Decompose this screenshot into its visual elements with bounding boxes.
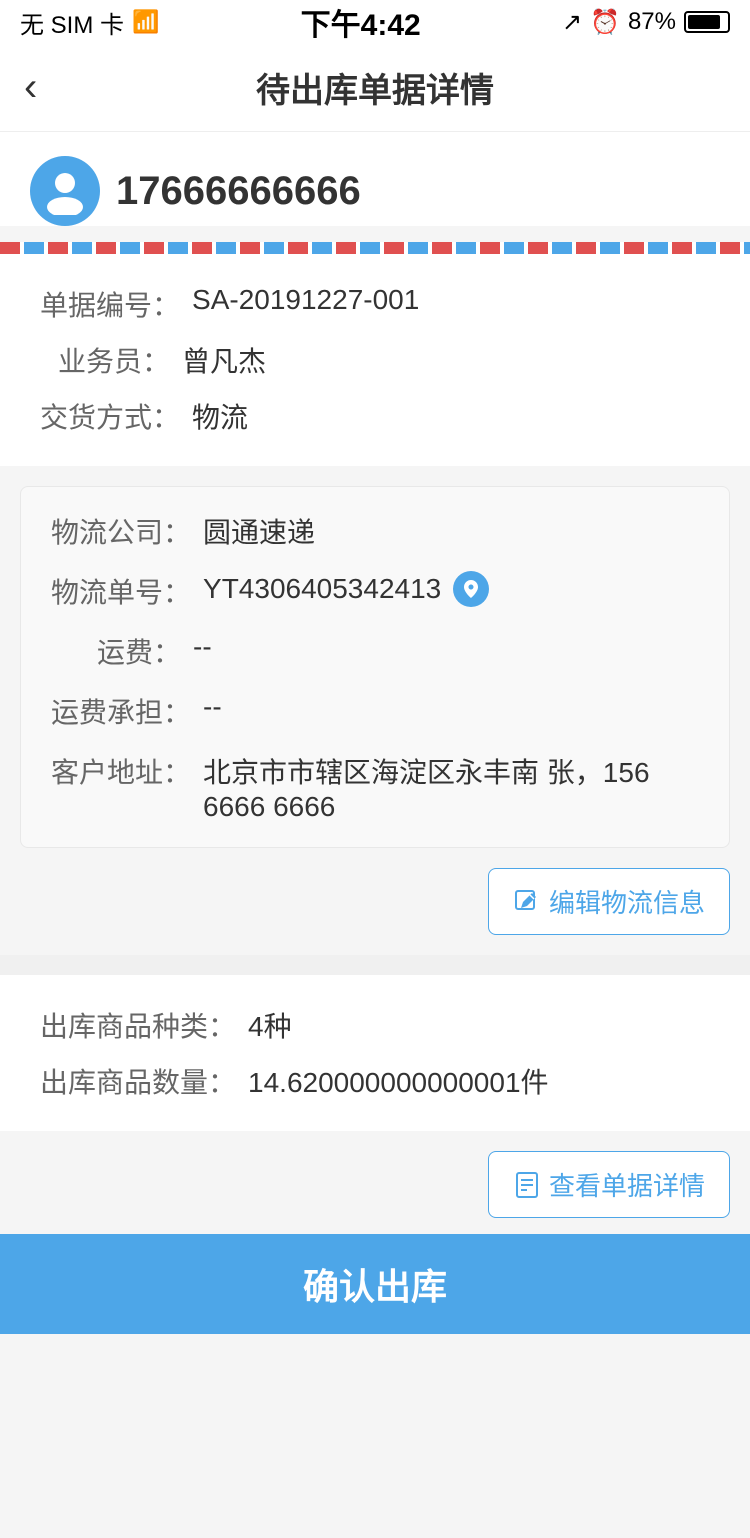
freight-bear-label: 运费承担： [51, 691, 191, 731]
status-time: 下午4:42 [301, 0, 421, 44]
battery-icon [684, 11, 730, 33]
goods-quantity-row: 出库商品数量： 14.620000000000001件 [40, 1061, 710, 1101]
avatar [30, 156, 100, 226]
goods-quantity-value: 14.620000000000001件 [248, 1061, 710, 1101]
tracking-no-row: 物流单号： YT4306405342413 [51, 571, 699, 611]
goods-types-row: 出库商品种类： 4种 [40, 1005, 710, 1045]
delivery-row: 交货方式： 物流 [40, 396, 710, 436]
delivery-label: 交货方式： [40, 396, 180, 436]
gray-separator [0, 955, 750, 975]
confirm-button[interactable]: 确认出库 [0, 1234, 750, 1334]
salesman-label: 业务员： [40, 340, 170, 380]
view-detail-button[interactable]: 查看单据详情 [488, 1151, 730, 1218]
view-detail-label: 查看单据详情 [549, 1166, 705, 1203]
status-bar: 无 SIM 卡 📶 下午4:42 ↗ ⏰ 87% [0, 0, 750, 44]
carrier-text: 无 SIM 卡 [20, 5, 124, 40]
wifi-icon: 📶 [132, 9, 159, 35]
status-left: 无 SIM 卡 📶 [20, 5, 159, 40]
delivery-value: 物流 [192, 396, 710, 436]
logistics-card: 物流公司： 圆通速递 物流单号： YT4306405342413 运费： -- [20, 486, 730, 848]
logistics-company-label: 物流公司： [51, 511, 191, 551]
status-right: ↗ ⏰ 87% [562, 8, 730, 37]
tracking-no-label: 物流单号： [51, 571, 191, 611]
salesman-row: 业务员： 曾凡杰 [40, 340, 710, 380]
confirm-button-label: 确认出库 [303, 1258, 447, 1310]
dashed-divider [0, 242, 750, 254]
alarm-icon: ⏰ [590, 8, 620, 37]
edit-logistics-label: 编辑物流信息 [549, 883, 705, 920]
user-phone: 17666666666 [116, 169, 361, 214]
freight-row: 运费： -- [51, 631, 699, 671]
tracking-no-text: YT4306405342413 [203, 573, 441, 605]
freight-bear-value: -- [203, 691, 699, 723]
edit-logistics-button[interactable]: 编辑物流信息 [488, 868, 730, 935]
order-no-row: 单据编号： SA-20191227-001 [40, 284, 710, 324]
order-info-section: 单据编号： SA-20191227-001 业务员： 曾凡杰 交货方式： 物流 [0, 254, 750, 466]
freight-value: -- [193, 631, 699, 663]
tracking-no-value: YT4306405342413 [203, 571, 699, 607]
view-detail-row: 查看单据详情 [0, 1151, 750, 1238]
freight-label: 运费： [51, 631, 181, 671]
nav-bar: ‹ 待出库单据详情 [0, 44, 750, 132]
track-location-icon[interactable] [453, 571, 489, 607]
document-icon [513, 1171, 541, 1199]
salesman-value: 曾凡杰 [182, 340, 710, 380]
goods-section: 出库商品种类： 4种 出库商品数量： 14.620000000000001件 [0, 975, 750, 1131]
back-button[interactable]: ‹ [24, 65, 37, 110]
address-value: 北京市市辖区海淀区永丰南 张，156 6666 6666 [203, 751, 699, 823]
edit-icon [513, 888, 541, 916]
address-row: 客户地址： 北京市市辖区海淀区永丰南 张，156 6666 6666 [51, 751, 699, 823]
goods-types-value: 4种 [248, 1005, 710, 1045]
address-label: 客户地址： [51, 751, 191, 791]
goods-quantity-label: 出库商品数量： [40, 1061, 236, 1101]
location-arrow-icon: ↗ [562, 8, 582, 37]
freight-bear-row: 运费承担： -- [51, 691, 699, 731]
battery-percent: 87% [628, 8, 676, 36]
order-no-value: SA-20191227-001 [192, 284, 710, 316]
user-card: 17666666666 [0, 132, 750, 226]
order-no-label: 单据编号： [40, 284, 180, 324]
edit-btn-row: 编辑物流信息 [0, 868, 750, 955]
goods-types-label: 出库商品种类： [40, 1005, 236, 1045]
logistics-company-row: 物流公司： 圆通速递 [51, 511, 699, 551]
page-title: 待出库单据详情 [256, 63, 494, 112]
logistics-company-value: 圆通速递 [203, 511, 699, 551]
